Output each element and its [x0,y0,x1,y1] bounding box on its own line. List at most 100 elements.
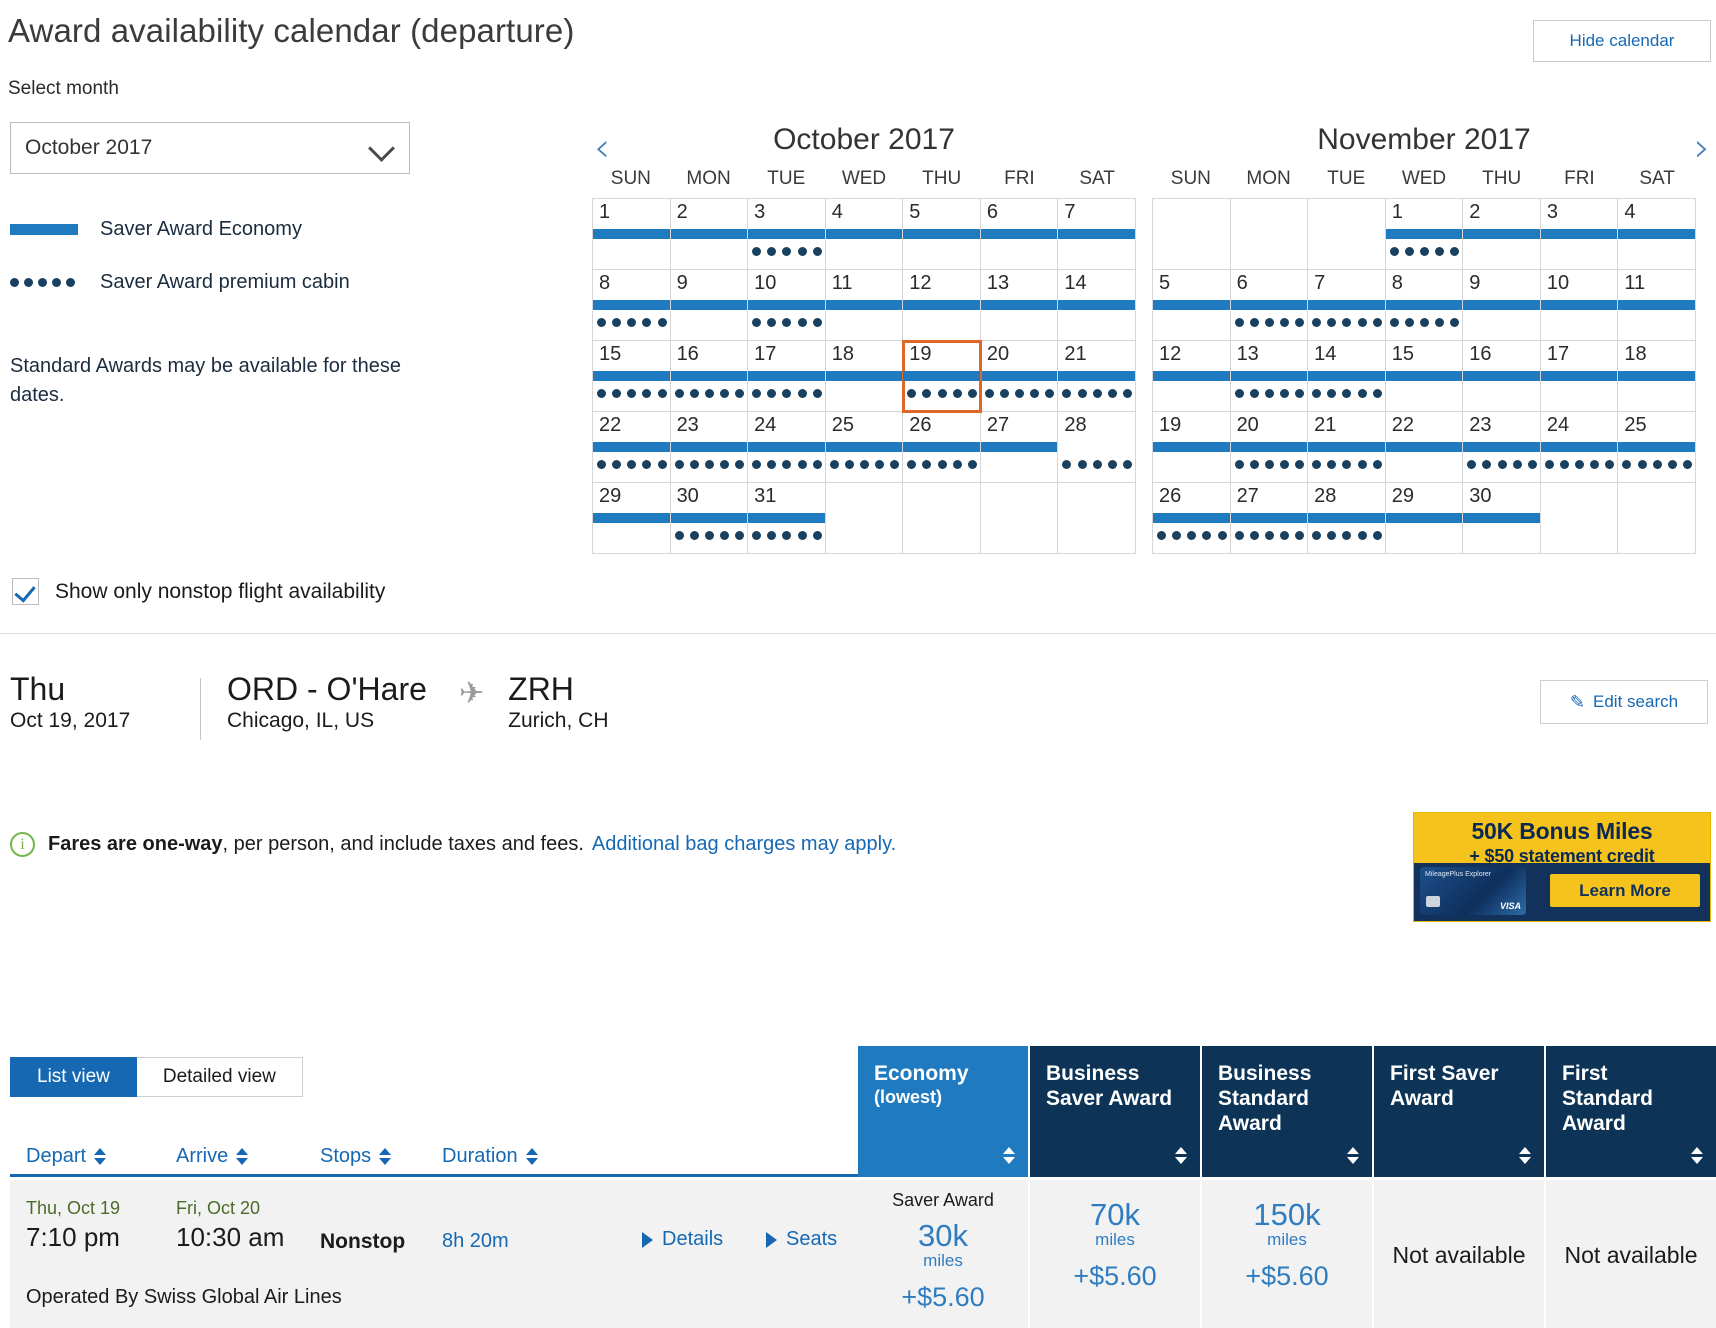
calendar-day-19[interactable]: 19 [1153,412,1231,483]
calendar-day-8[interactable]: 8 [593,270,671,341]
calendar-day-1[interactable]: 1 [593,199,671,270]
calendar-day-5[interactable]: 5 [903,199,981,270]
calendar-day-16[interactable]: 16 [670,341,749,412]
edit-search-button[interactable]: ✎ Edit search [1540,680,1708,724]
fare-cell-business-saver[interactable]: 70k miles +$5.60 [1030,1180,1202,1328]
calendar-day-18[interactable]: 18 [825,341,904,412]
sort-arrows-icon[interactable] [1347,1147,1359,1164]
calendar-day-30[interactable]: 30 [1463,483,1541,554]
fare-header-business-saver[interactable]: Business Saver Award [1030,1046,1202,1177]
sort-stops[interactable]: Stops [320,1145,392,1168]
calendar-day-22[interactable]: 22 [1385,412,1464,483]
calendar-day-21[interactable]: 21 [1308,412,1386,483]
calendar-day-24[interactable]: 24 [748,412,826,483]
saver-economy-bar [1463,513,1540,523]
calendar-day-15[interactable]: 15 [593,341,671,412]
calendar-day-27[interactable]: 27 [980,412,1059,483]
calendar-day-26[interactable]: 26 [1153,483,1231,554]
month-select[interactable]: October 2017 [10,122,410,174]
tab-list-view[interactable]: List view [10,1057,137,1097]
calendar-day-7[interactable]: 7 [1308,270,1386,341]
sort-arrive[interactable]: Arrive [176,1145,249,1168]
calendar-day-31[interactable]: 31 [748,483,826,554]
calendar-day-14[interactable]: 14 [1058,270,1136,341]
bag-charges-link[interactable]: Additional bag charges may apply. [592,833,896,856]
calendar-day-20[interactable]: 20 [1230,412,1309,483]
calendar-day-5[interactable]: 5 [1153,270,1231,341]
calendar-day-19[interactable]: 19 [902,340,982,413]
calendar-day-12[interactable]: 12 [903,270,981,341]
calendar-day-10[interactable]: 10 [748,270,826,341]
calendar-day-3[interactable]: 3 [748,199,826,270]
sort-arrows-icon[interactable] [1175,1147,1187,1164]
calendar-day-2[interactable]: 2 [1463,199,1541,270]
sort-arrows-icon[interactable] [1003,1147,1015,1164]
calendar-day-25[interactable]: 25 [825,412,904,483]
calendar-day-13[interactable]: 13 [980,270,1059,341]
sort-duration[interactable]: Duration [442,1145,538,1168]
seats-link[interactable]: Seats [766,1228,837,1251]
calendar-day-18[interactable]: 18 [1618,341,1696,412]
hide-calendar-button[interactable]: Hide calendar [1533,20,1711,62]
fare-header-economy[interactable]: Economy (lowest) [858,1046,1030,1177]
calendar-day-30[interactable]: 30 [670,483,749,554]
calendar-day-25[interactable]: 25 [1618,412,1696,483]
calendar-day-20[interactable]: 20 [980,341,1059,412]
nonstop-checkbox[interactable] [12,578,39,605]
sort-arrows-icon[interactable] [1691,1147,1703,1164]
calendar-day-9[interactable]: 9 [1463,270,1541,341]
calendar-day-10[interactable]: 10 [1540,270,1619,341]
sort-arrows-icon[interactable] [1519,1147,1531,1164]
calendar-day-1[interactable]: 1 [1385,199,1464,270]
calendar-day-28[interactable]: 28 [1058,412,1136,483]
calendar-day-7[interactable]: 7 [1058,199,1136,270]
calendar-day-number: 23 [676,414,699,436]
calendar-day-28[interactable]: 28 [1308,483,1386,554]
nonstop-checkbox-row[interactable]: Show only nonstop flight availability [12,578,385,605]
calendar-day-29[interactable]: 29 [1385,483,1464,554]
calendar-day-17[interactable]: 17 [748,341,826,412]
calendar-day-29[interactable]: 29 [593,483,671,554]
fare-header-first-saver[interactable]: First Saver Award [1374,1046,1546,1177]
table-row: Thu, Oct 19 7:10 pm Fri, Oct 20 10:30 am… [10,1180,858,1328]
learn-more-button[interactable]: Learn More [1550,874,1700,907]
saver-economy-bar [980,442,1058,452]
calendar-day-6[interactable]: 6 [980,199,1059,270]
calendar-day-23[interactable]: 23 [670,412,749,483]
calendar-day-8[interactable]: 8 [1385,270,1464,341]
sort-depart-label: Depart [26,1145,87,1167]
calendar-day-15[interactable]: 15 [1385,341,1464,412]
fare-price: +$5.60 [1073,1261,1157,1292]
calendar-day-17[interactable]: 17 [1540,341,1619,412]
details-link[interactable]: Details [642,1228,723,1251]
calendar-day-21[interactable]: 21 [1058,341,1136,412]
sort-depart[interactable]: Depart [26,1145,107,1168]
calendar-day-22[interactable]: 22 [593,412,671,483]
calendar-day-23[interactable]: 23 [1463,412,1541,483]
calendar-day-number: 19 [1159,414,1182,436]
fare-cell-business-standard[interactable]: 150k miles +$5.60 [1202,1180,1374,1328]
calendar-day-11[interactable]: 11 [1618,270,1696,341]
calendar-day-13[interactable]: 13 [1230,341,1309,412]
next-month-arrow[interactable]: › [1694,128,1710,168]
calendar-day-4[interactable]: 4 [1618,199,1696,270]
calendar-day-6[interactable]: 6 [1230,270,1309,341]
calendar-day-27[interactable]: 27 [1230,483,1309,554]
fare-cell-economy[interactable]: Saver Award 30k miles +$5.60 [858,1180,1030,1328]
promo-banner[interactable]: 50K Bonus Miles + $50 statement credit M… [1413,812,1711,922]
fare-header-first-standard[interactable]: First Standard Award [1546,1046,1716,1177]
calendar-day-26[interactable]: 26 [903,412,981,483]
saver-economy-bar [1230,371,1308,381]
calendar-day-4[interactable]: 4 [825,199,904,270]
calendar-day-11[interactable]: 11 [825,270,904,341]
tab-detailed-view[interactable]: Detailed view [136,1057,303,1097]
calendar-day-16[interactable]: 16 [1463,341,1541,412]
dow-sat: SAT [1639,168,1675,189]
calendar-day-9[interactable]: 9 [670,270,749,341]
calendar-day-14[interactable]: 14 [1308,341,1386,412]
calendar-day-24[interactable]: 24 [1540,412,1619,483]
calendar-day-2[interactable]: 2 [670,199,749,270]
calendar-day-12[interactable]: 12 [1153,341,1231,412]
fare-header-business-standard[interactable]: Business Standard Award [1202,1046,1374,1177]
calendar-day-3[interactable]: 3 [1540,199,1619,270]
